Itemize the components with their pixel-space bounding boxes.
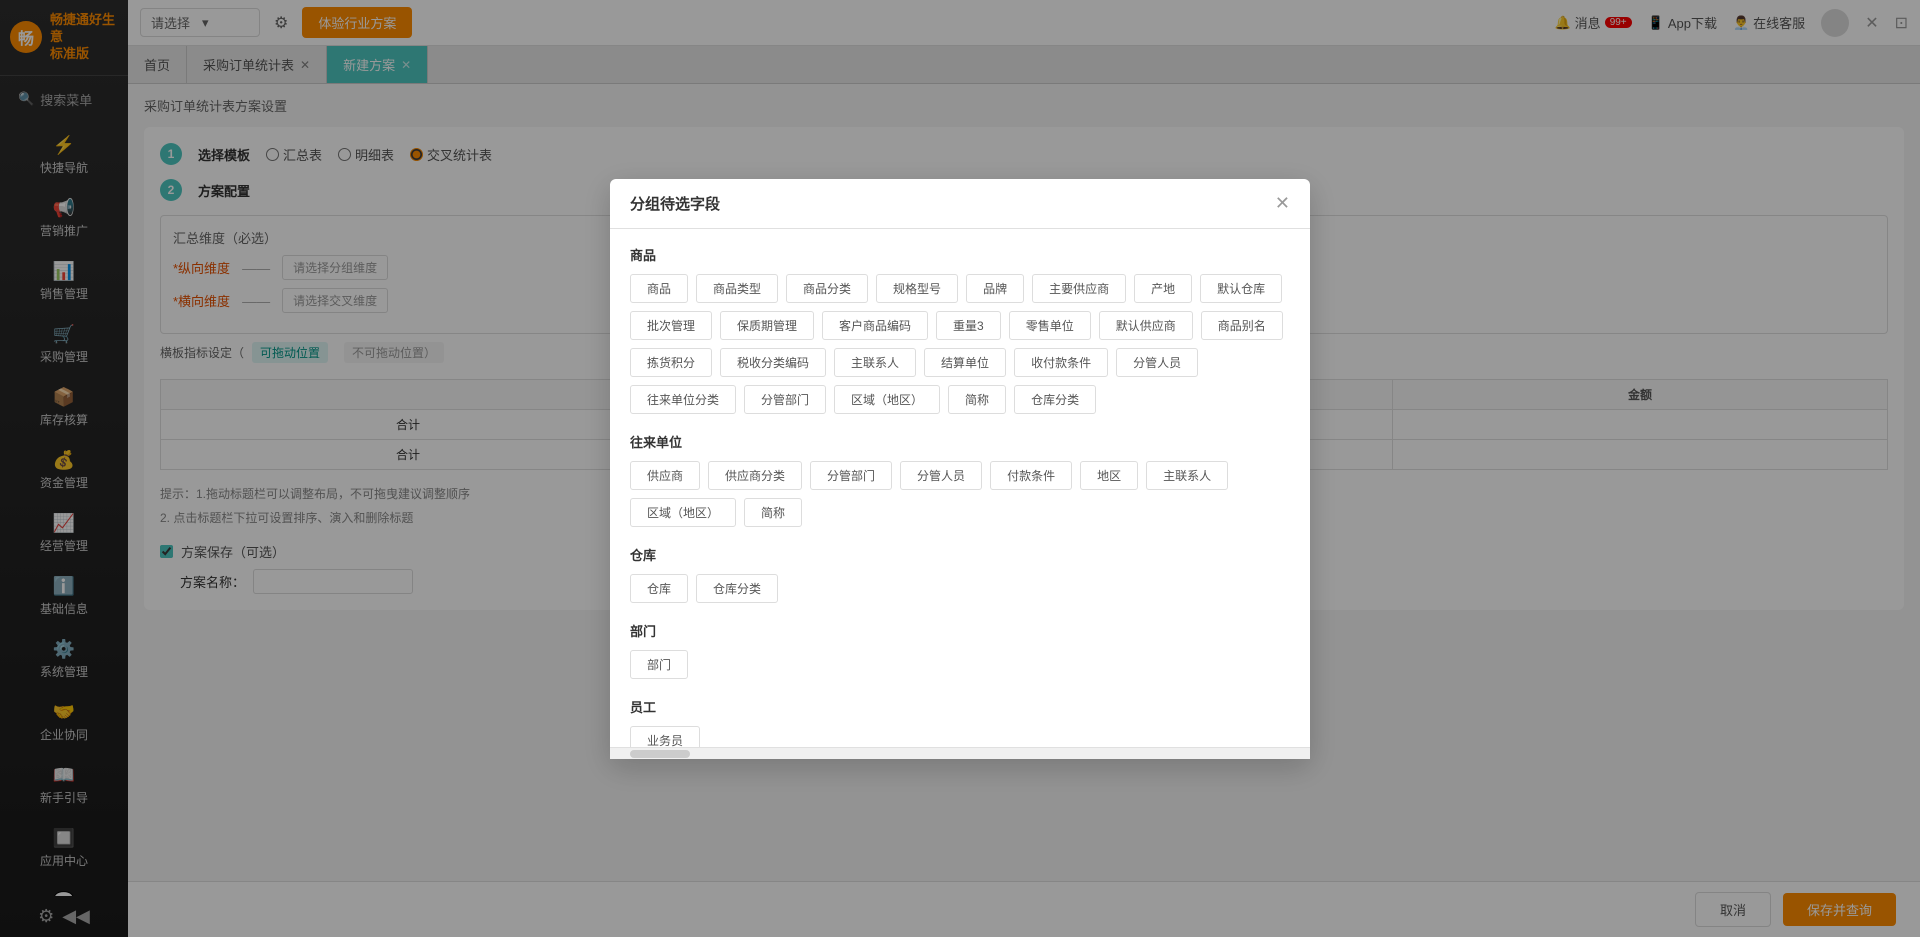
field-chips-warehouse: 仓库仓库分类 xyxy=(630,574,1290,603)
field-chip[interactable]: 收付款条件 xyxy=(1014,348,1108,377)
field-chip[interactable]: 商品分类 xyxy=(786,274,868,303)
field-chip[interactable]: 分管部门 xyxy=(810,461,892,490)
field-chip[interactable]: 主联系人 xyxy=(834,348,916,377)
field-chip[interactable]: 区域（地区） xyxy=(630,498,736,527)
field-section-employee: 员工业务员 xyxy=(630,697,1290,747)
field-chip[interactable]: 分管人员 xyxy=(1116,348,1198,377)
field-select-modal: 分组待选字段 ✕ 商品商品商品类型商品分类规格型号品牌主要供应商产地默认仓库批次… xyxy=(610,179,1310,759)
field-chips-product: 商品商品类型商品分类规格型号品牌主要供应商产地默认仓库批次管理保质期管理客户商品… xyxy=(630,274,1290,414)
modal-overlay: 分组待选字段 ✕ 商品商品商品类型商品分类规格型号品牌主要供应商产地默认仓库批次… xyxy=(0,0,1920,937)
field-chip[interactable]: 仓库分类 xyxy=(1014,385,1096,414)
field-chip[interactable]: 产地 xyxy=(1134,274,1192,303)
field-section-product: 商品商品商品类型商品分类规格型号品牌主要供应商产地默认仓库批次管理保质期管理客户… xyxy=(630,245,1290,414)
field-chip[interactable]: 零售单位 xyxy=(1009,311,1091,340)
field-chip[interactable]: 商品类型 xyxy=(696,274,778,303)
field-chip[interactable]: 区域（地区） xyxy=(834,385,940,414)
field-chip[interactable]: 业务员 xyxy=(630,726,700,747)
field-chip[interactable]: 商品别名 xyxy=(1201,311,1283,340)
field-chip[interactable]: 仓库分类 xyxy=(696,574,778,603)
field-chip[interactable]: 保质期管理 xyxy=(720,311,814,340)
field-section-title-department: 部门 xyxy=(630,621,1290,640)
field-chip[interactable]: 主联系人 xyxy=(1146,461,1228,490)
field-chip[interactable]: 规格型号 xyxy=(876,274,958,303)
field-chip[interactable]: 简称 xyxy=(744,498,802,527)
modal-title: 分组待选字段 xyxy=(630,193,720,214)
field-chip[interactable]: 客户商品编码 xyxy=(822,311,928,340)
field-chip[interactable]: 分管部门 xyxy=(744,385,826,414)
field-chip[interactable]: 部门 xyxy=(630,650,688,679)
field-chip[interactable]: 拣货积分 xyxy=(630,348,712,377)
field-section-title-partner: 往来单位 xyxy=(630,432,1290,451)
field-chip[interactable]: 供应商 xyxy=(630,461,700,490)
modal-close-button[interactable]: ✕ xyxy=(1275,193,1290,214)
modal-body[interactable]: 商品商品商品类型商品分类规格型号品牌主要供应商产地默认仓库批次管理保质期管理客户… xyxy=(610,229,1310,747)
modal-header: 分组待选字段 ✕ xyxy=(610,179,1310,229)
field-chip[interactable]: 品牌 xyxy=(966,274,1024,303)
field-chip[interactable]: 结算单位 xyxy=(924,348,1006,377)
field-chip[interactable]: 商品 xyxy=(630,274,688,303)
field-chip[interactable]: 供应商分类 xyxy=(708,461,802,490)
field-section-warehouse: 仓库仓库仓库分类 xyxy=(630,545,1290,603)
field-section-partner: 往来单位供应商供应商分类分管部门分管人员付款条件地区主联系人区域（地区） 简称 xyxy=(630,432,1290,527)
field-chip[interactable]: 往来单位分类 xyxy=(630,385,736,414)
field-chip[interactable]: 税收分类编码 xyxy=(720,348,826,377)
field-chip[interactable]: 默认仓库 xyxy=(1200,274,1282,303)
field-chips-department: 部门 xyxy=(630,650,1290,679)
field-chip[interactable]: 重量3 xyxy=(936,311,1001,340)
field-section-title-employee: 员工 xyxy=(630,697,1290,716)
field-chips-partner: 供应商供应商分类分管部门分管人员付款条件地区主联系人区域（地区） 简称 xyxy=(630,461,1290,527)
modal-hscroll-thumb xyxy=(630,750,690,758)
field-chip[interactable]: 付款条件 xyxy=(990,461,1072,490)
field-chip[interactable]: 仓库 xyxy=(630,574,688,603)
field-chip[interactable]: 主要供应商 xyxy=(1032,274,1126,303)
field-chips-employee: 业务员 xyxy=(630,726,1290,747)
field-chip[interactable]: 地区 xyxy=(1080,461,1138,490)
field-chip[interactable]: 简称 xyxy=(948,385,1006,414)
field-chip[interactable]: 分管人员 xyxy=(900,461,982,490)
field-chip[interactable]: 批次管理 xyxy=(630,311,712,340)
field-section-department: 部门部门 xyxy=(630,621,1290,679)
field-chip[interactable]: 默认供应商 xyxy=(1099,311,1193,340)
field-section-title-product: 商品 xyxy=(630,245,1290,264)
field-section-title-warehouse: 仓库 xyxy=(630,545,1290,564)
modal-horizontal-scrollbar[interactable] xyxy=(610,747,1310,759)
